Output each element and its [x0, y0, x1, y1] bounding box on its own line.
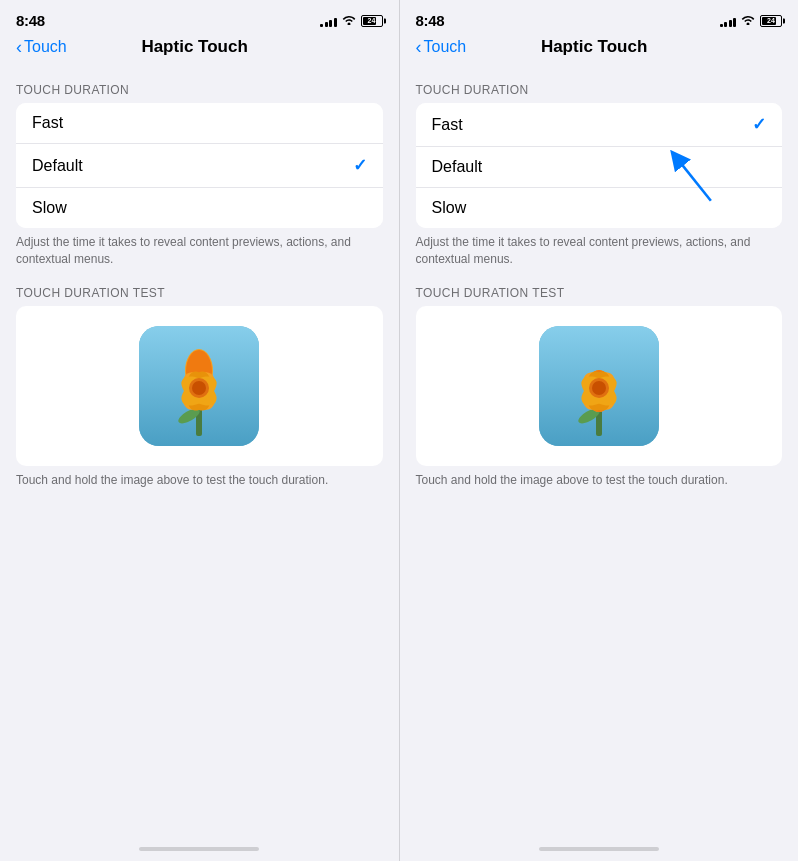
- touch-duration-label-right: TOUCH DURATION: [400, 83, 799, 103]
- slow-label-left: Slow: [32, 199, 67, 217]
- list-item-fast-left[interactable]: Fast: [16, 103, 383, 144]
- checkmark-fast-right: ✓: [752, 114, 766, 135]
- left-phone-panel: 8:48 24 ‹ Touch Haptic Touch TOUCH DU: [0, 0, 399, 861]
- page-title-right: Haptic Touch: [466, 37, 722, 57]
- svg-point-13: [192, 381, 206, 395]
- fast-label-right: Fast: [432, 116, 463, 134]
- status-icons-right: 24: [720, 14, 783, 28]
- test-card-left[interactable]: [16, 306, 383, 466]
- home-indicator-left: [139, 847, 259, 851]
- touch-duration-footer-left: Adjust the time it takes to reveal conte…: [0, 228, 399, 286]
- back-button-left[interactable]: ‹ Touch: [16, 38, 67, 56]
- status-time-right: 8:48: [416, 12, 445, 29]
- page-title-left: Haptic Touch: [67, 37, 323, 57]
- nav-bar-left: ‹ Touch Haptic Touch: [0, 33, 399, 67]
- list-item-default-left[interactable]: Default ✓: [16, 144, 383, 188]
- battery-icon-left: 24: [361, 15, 383, 27]
- home-indicator-right: [539, 847, 659, 851]
- signal-icon-left: [320, 15, 337, 27]
- slow-label-right: Slow: [432, 199, 467, 217]
- chevron-left-icon-left: ‹: [16, 38, 22, 56]
- list-item-fast-right[interactable]: Fast ✓: [416, 103, 783, 147]
- wifi-icon-right: [741, 14, 755, 28]
- touch-duration-list-left: Fast Default ✓ Slow: [16, 103, 383, 228]
- default-label-left: Default: [32, 157, 83, 175]
- flower-image-right: [539, 326, 659, 446]
- nav-bar-right: ‹ Touch Haptic Touch: [400, 33, 799, 67]
- battery-icon-right: 24: [760, 15, 782, 27]
- status-time-left: 8:48: [16, 12, 45, 29]
- checkmark-default-left: ✓: [353, 155, 367, 176]
- content-left: TOUCH DURATION Fast Default ✓ Slow Adjus…: [0, 67, 399, 847]
- test-section-label-left: TOUCH DURATION TEST: [0, 286, 399, 306]
- back-label-right: Touch: [424, 38, 467, 56]
- fast-label-left: Fast: [32, 114, 63, 132]
- test-footer-right: Touch and hold the image above to test t…: [400, 466, 799, 507]
- chevron-left-icon-right: ‹: [416, 38, 422, 56]
- flower-image-left: [139, 326, 259, 446]
- status-bar-right: 8:48 24: [400, 0, 799, 33]
- status-bar-left: 8:48 24: [0, 0, 399, 33]
- right-phone-panel: 8:48 24 ‹ Touch Haptic Touch TOUCH DU: [399, 0, 799, 861]
- content-right: TOUCH DURATION Fast ✓ Default Slow Adjus…: [400, 67, 799, 847]
- back-button-right[interactable]: ‹ Touch: [416, 38, 467, 56]
- touch-duration-footer-right: Adjust the time it takes to reveal conte…: [400, 228, 799, 286]
- test-card-right[interactable]: [416, 306, 783, 466]
- list-item-default-right[interactable]: Default: [416, 147, 783, 188]
- status-icons-left: 24: [320, 14, 383, 28]
- svg-point-27: [592, 381, 606, 395]
- back-label-left: Touch: [24, 38, 67, 56]
- touch-duration-list-right: Fast ✓ Default Slow: [416, 103, 783, 228]
- touch-duration-label-left: TOUCH DURATION: [0, 83, 399, 103]
- signal-icon-right: [720, 15, 737, 27]
- list-item-slow-right[interactable]: Slow: [416, 188, 783, 228]
- wifi-icon-left: [342, 14, 356, 28]
- list-item-slow-left[interactable]: Slow: [16, 188, 383, 228]
- default-label-right: Default: [432, 158, 483, 176]
- test-section-label-right: TOUCH DURATION TEST: [400, 286, 799, 306]
- test-footer-left: Touch and hold the image above to test t…: [0, 466, 399, 507]
